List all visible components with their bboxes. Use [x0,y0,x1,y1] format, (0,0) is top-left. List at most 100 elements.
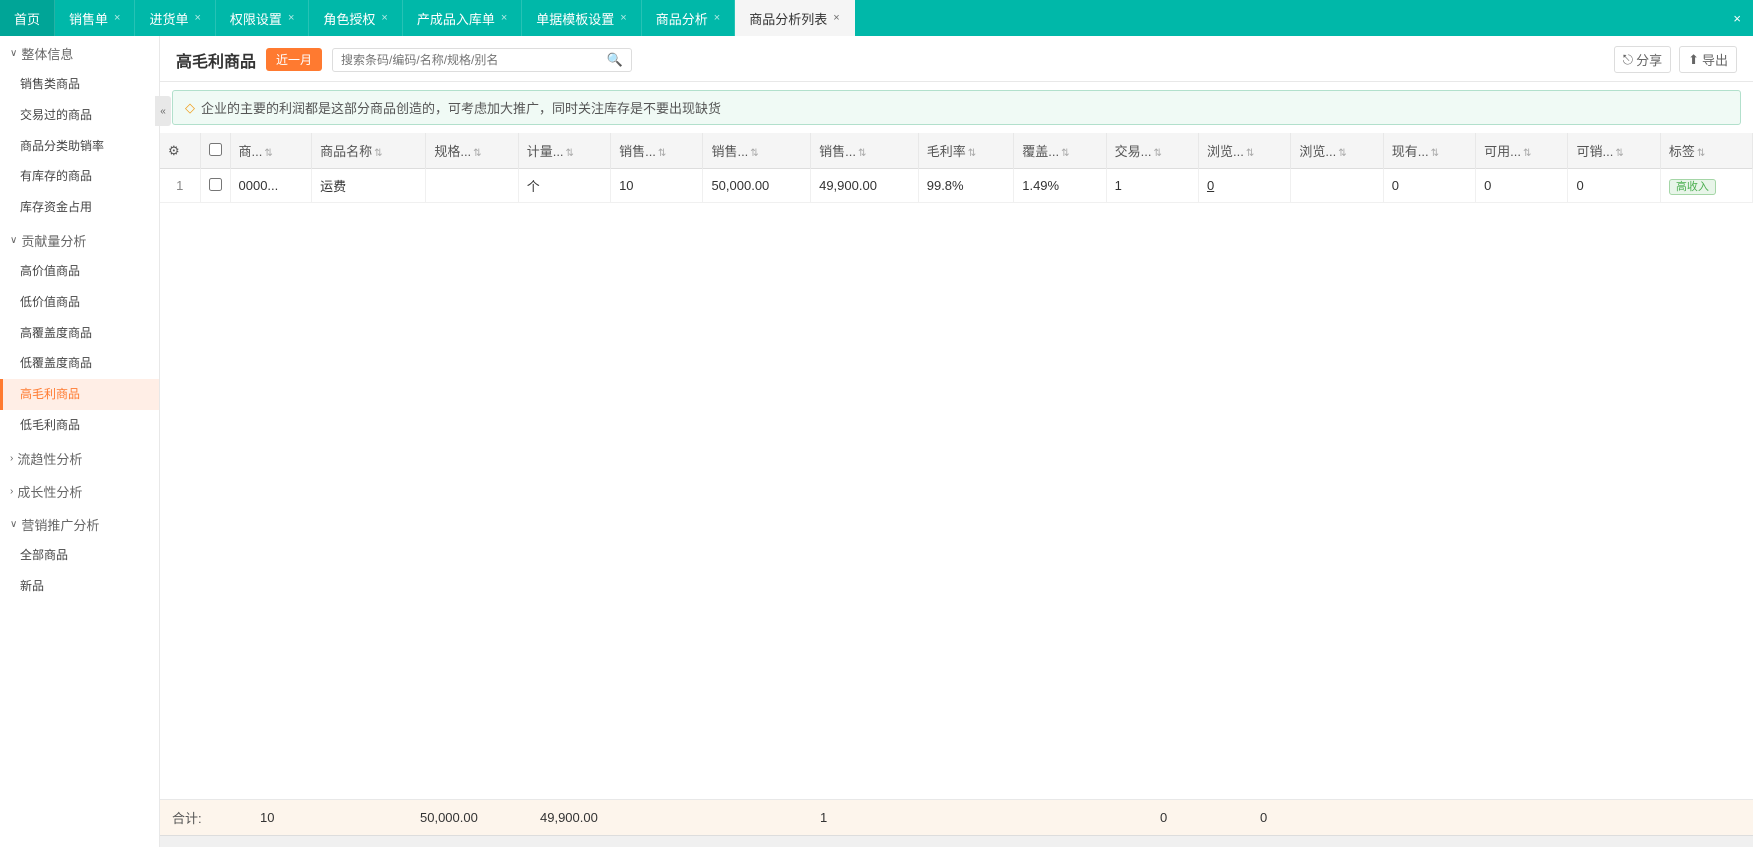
cell-sales_profit: 49,900.00 [811,169,919,203]
sort-icon-gross_margin[interactable]: ⇅ [968,148,976,159]
sidebar-item-0-4[interactable]: 库存资金占用 [0,192,159,223]
sidebar-arrow-2: › [10,453,13,464]
col-header-tag[interactable]: 标签⇅ [1660,133,1752,169]
col-header-current_stock[interactable]: 现有...⇅ [1383,133,1475,169]
sort-icon-unit[interactable]: ⇅ [566,148,574,159]
nav-item-4[interactable]: 角色授权 × [309,0,402,36]
sidebar-group-header-0[interactable]: ∨整体信息 [0,36,159,69]
nav-close-icon-7[interactable]: × [714,12,720,24]
nav-close-icon-1[interactable]: × [114,12,120,24]
browse1-link[interactable]: 0 [1207,178,1214,193]
col-header-browse1[interactable]: 浏览...⇅ [1198,133,1290,169]
nav-item-0[interactable]: 首页 [0,0,55,36]
sidebar-collapse-button[interactable]: « [155,96,171,126]
col-header-checkbox[interactable] [200,133,230,169]
cell-browse1: 0 [1198,169,1290,203]
sort-icon-trade_count[interactable]: ⇅ [1153,148,1161,159]
sidebar-item-1-2[interactable]: 高覆盖度商品 [0,318,159,349]
sort-icon-tag[interactable]: ⇅ [1697,148,1705,159]
settings-icon[interactable]: ⚙ [168,143,180,158]
col-label-unit: 计量... [527,144,564,159]
sort-icon-spec[interactable]: ⇅ [473,148,481,159]
sidebar-item-4-0[interactable]: 全部商品 [0,540,159,571]
sort-icon-available_stock[interactable]: ⇅ [1523,148,1531,159]
col-header-code[interactable]: 商...⇅ [230,133,312,169]
sidebar-item-0-3[interactable]: 有库存的商品 [0,161,159,192]
sidebar-group-header-2[interactable]: ›流趋性分析 [0,441,159,474]
col-header-available_stock[interactable]: 可用...⇅ [1476,133,1568,169]
footer-trade-count: 1 [812,810,912,825]
col-header-trade_count[interactable]: 交易...⇅ [1106,133,1198,169]
nav-close-icon-6[interactable]: × [620,12,626,24]
col-label-sellable: 可销... [1576,144,1613,159]
sort-icon-sellable[interactable]: ⇅ [1615,148,1623,159]
export-button[interactable]: ⬆ 导出 [1679,46,1737,73]
col-header-unit[interactable]: 计量...⇅ [518,133,610,169]
sort-icon-sales_profit[interactable]: ⇅ [858,148,866,159]
col-header-coverage[interactable]: 覆盖...⇅ [1014,133,1106,169]
cell-code: 0000... [230,169,312,203]
nav-item-6[interactable]: 单据模板设置 × [522,0,641,36]
sidebar-group-header-1[interactable]: ∨贡献量分析 [0,223,159,256]
table-container: ⚙商...⇅商品名称⇅规格...⇅计量...⇅销售...⇅销售...⇅销售...… [160,133,1753,799]
sidebar-group-label-1: 贡献量分析 [21,231,86,250]
col-header-browse2[interactable]: 浏览...⇅ [1291,133,1383,169]
select-all-checkbox[interactable] [209,143,222,156]
sort-icon-browse1[interactable]: ⇅ [1246,148,1254,159]
filter-recent-month-button[interactable]: 近一月 [266,48,322,71]
sort-icon-current_stock[interactable]: ⇅ [1431,148,1439,159]
col-header-sales_qty[interactable]: 销售...⇅ [611,133,703,169]
col-header-sales_profit[interactable]: 销售...⇅ [811,133,919,169]
row-checkbox[interactable] [209,178,222,191]
nav-item-2[interactable]: 进货单 × [135,0,215,36]
sidebar-group-label-0: 整体信息 [21,44,73,63]
sort-icon-name[interactable]: ⇅ [374,148,382,159]
sidebar-item-1-3[interactable]: 低覆盖度商品 [0,348,159,379]
sort-icon-coverage[interactable]: ⇅ [1061,148,1069,159]
sort-icon-sales_amount[interactable]: ⇅ [750,148,758,159]
sidebar-item-1-5[interactable]: 低毛利商品 [0,410,159,441]
cell-coverage: 1.49% [1014,169,1106,203]
cell-checkbox [200,169,230,203]
sort-icon-browse2[interactable]: ⇅ [1338,148,1346,159]
cell-unit: 个 [518,169,610,203]
search-input[interactable] [341,53,603,67]
page-title: 高毛利商品 [176,48,256,72]
window-close-button[interactable]: × [1721,0,1753,36]
sidebar-item-0-2[interactable]: 商品分类助销率 [0,131,159,162]
sort-icon-sales_qty[interactable]: ⇅ [658,148,666,159]
cell-gross_margin: 99.8% [918,169,1014,203]
col-header-settings[interactable]: ⚙ [160,133,200,169]
search-icon[interactable]: 🔍 [607,52,623,68]
nav-item-3[interactable]: 权限设置 × [216,0,309,36]
sidebar-item-1-4[interactable]: 高毛利商品 [0,379,159,410]
sort-icon-code[interactable]: ⇅ [264,148,272,159]
col-label-coverage: 覆盖... [1022,144,1059,159]
nav-close-icon-8[interactable]: × [833,12,839,24]
share-button[interactable]: ⎋ 分享 [1614,46,1671,73]
sidebar-item-0-1[interactable]: 交易过的商品 [0,100,159,131]
col-header-name[interactable]: 商品名称⇅ [312,133,426,169]
nav-close-icon-2[interactable]: × [194,12,200,24]
nav-item-5[interactable]: 产成品入库单 × [403,0,522,36]
horizontal-scrollbar[interactable] [160,835,1753,847]
sidebar-item-4-1[interactable]: 新品 [0,571,159,602]
cell-settings: 1 [160,169,200,203]
nav-item-7[interactable]: 商品分析 × [642,0,735,36]
col-header-gross_margin[interactable]: 毛利率⇅ [918,133,1014,169]
col-header-sellable[interactable]: 可销...⇅ [1568,133,1660,169]
footer-values: 10 50,000.00 49,900.00 1 0 0 [252,810,1352,825]
sidebar-group-header-3[interactable]: ›成长性分析 [0,474,159,507]
col-header-spec[interactable]: 规格...⇅ [426,133,518,169]
nav-close-icon-4[interactable]: × [381,12,387,24]
nav-item-1[interactable]: 销售单 × [55,0,135,36]
nav-close-icon-3[interactable]: × [288,12,294,24]
nav-item-8[interactable]: 商品分析列表 × [735,0,854,36]
sidebar-item-1-1[interactable]: 低价值商品 [0,287,159,318]
sidebar-item-1-0[interactable]: 高价值商品 [0,256,159,287]
sidebar-group-header-4[interactable]: ∨营销推广分析 [0,507,159,540]
col-header-sales_amount[interactable]: 销售...⇅ [703,133,811,169]
cell-browse2 [1291,169,1383,203]
sidebar-item-0-0[interactable]: 销售类商品 [0,69,159,100]
nav-close-icon-5[interactable]: × [501,12,507,24]
